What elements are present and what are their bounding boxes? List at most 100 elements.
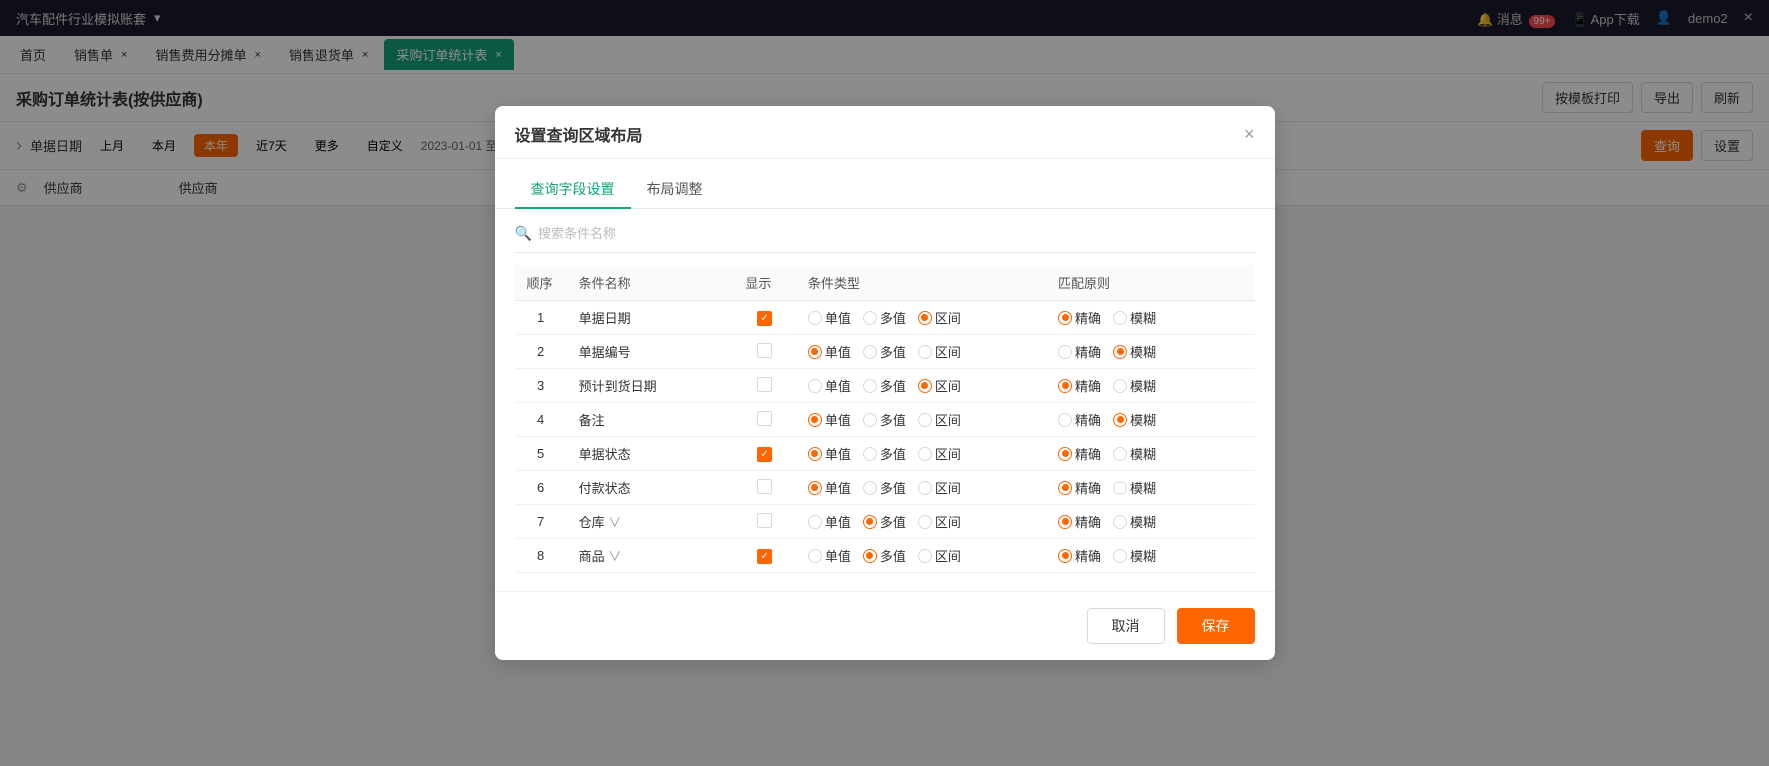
cell-display[interactable]: [733, 539, 796, 573]
type-radio-group: 单值多值区间: [808, 410, 1034, 429]
modal-tab-fields[interactable]: 查询字段设置: [515, 171, 631, 209]
cell-display[interactable]: [733, 403, 796, 437]
type-multi-label: 多值: [880, 478, 906, 497]
cell-match: 精确模糊: [1046, 301, 1254, 335]
type-multi-radio[interactable]: 多值: [863, 342, 906, 361]
type-range-radio-circle: [918, 447, 932, 461]
search-input[interactable]: [538, 226, 738, 241]
cell-name: 仓库 ∨: [567, 505, 734, 539]
type-single-radio[interactable]: 单值: [808, 410, 851, 429]
type-multi-label: 多值: [880, 376, 906, 395]
match-exact-radio[interactable]: 精确: [1058, 478, 1101, 497]
type-range-radio[interactable]: 区间: [918, 546, 961, 565]
display-checkbox[interactable]: [757, 513, 772, 528]
type-range-radio[interactable]: 区间: [918, 410, 961, 429]
type-range-radio[interactable]: 区间: [918, 308, 961, 327]
display-checkbox[interactable]: [757, 447, 772, 462]
th-type: 条件类型: [796, 265, 1046, 301]
type-single-radio[interactable]: 单值: [808, 376, 851, 395]
type-single-radio[interactable]: 单值: [808, 342, 851, 361]
modal-body: 🔍 顺序 条件名称 显示 条件类型 匹配原则: [495, 209, 1275, 591]
match-radio-group: 精确模糊: [1058, 478, 1242, 497]
table-row: 5单据状态单值多值区间精确模糊: [515, 437, 1255, 471]
cell-display[interactable]: [733, 471, 796, 505]
display-checkbox[interactable]: [757, 549, 772, 564]
cancel-button[interactable]: 取消: [1087, 608, 1165, 644]
type-single-radio[interactable]: 单值: [808, 308, 851, 327]
display-checkbox[interactable]: [757, 311, 772, 326]
display-checkbox[interactable]: [757, 479, 772, 494]
type-range-radio[interactable]: 区间: [918, 342, 961, 361]
display-checkbox[interactable]: [757, 411, 772, 426]
match-fuzzy-radio[interactable]: 模糊: [1113, 444, 1156, 463]
type-multi-radio[interactable]: 多值: [863, 376, 906, 395]
type-multi-radio[interactable]: 多值: [863, 308, 906, 327]
display-checkbox[interactable]: [757, 343, 772, 358]
match-exact-radio[interactable]: 精确: [1058, 342, 1101, 361]
match-fuzzy-radio-circle: [1113, 345, 1127, 359]
type-range-radio[interactable]: 区间: [918, 444, 961, 463]
type-single-radio[interactable]: 单值: [808, 478, 851, 497]
match-fuzzy-radio-circle: [1113, 481, 1127, 495]
type-single-label: 单值: [825, 512, 851, 531]
match-fuzzy-radio[interactable]: 模糊: [1113, 376, 1156, 395]
type-range-radio[interactable]: 区间: [918, 376, 961, 395]
match-fuzzy-radio[interactable]: 模糊: [1113, 546, 1156, 565]
type-multi-radio[interactable]: 多值: [863, 546, 906, 565]
modal-header: 设置查询区域布局 ×: [495, 106, 1275, 159]
type-multi-radio[interactable]: 多值: [863, 478, 906, 497]
cell-display[interactable]: [733, 437, 796, 471]
type-range-radio[interactable]: 区间: [918, 512, 961, 531]
type-multi-radio[interactable]: 多值: [863, 512, 906, 531]
match-exact-radio-circle: [1058, 345, 1072, 359]
match-exact-radio-circle: [1058, 413, 1072, 427]
modal-tab-layout[interactable]: 布局调整: [631, 171, 719, 209]
match-fuzzy-radio[interactable]: 模糊: [1113, 410, 1156, 429]
condition-name: 仓库: [579, 515, 605, 530]
cell-match: 精确模糊: [1046, 369, 1254, 403]
match-exact-radio[interactable]: 精确: [1058, 444, 1101, 463]
match-exact-label: 精确: [1075, 444, 1101, 463]
cell-name: 商品 ∨: [567, 539, 734, 573]
type-range-radio[interactable]: 区间: [918, 478, 961, 497]
cell-match: 精确模糊: [1046, 437, 1254, 471]
cell-display[interactable]: [733, 301, 796, 335]
type-radio-group: 单值多值区间: [808, 308, 1034, 327]
type-multi-radio-circle: [863, 345, 877, 359]
type-single-radio[interactable]: 单值: [808, 546, 851, 565]
cell-order: 2: [515, 335, 567, 369]
cell-order: 8: [515, 539, 567, 573]
type-range-label: 区间: [935, 512, 961, 531]
cell-display[interactable]: [733, 573, 796, 576]
cell-name: 属性 ∨: [567, 573, 734, 576]
match-exact-label: 精确: [1075, 342, 1101, 361]
type-multi-radio[interactable]: 多值: [863, 444, 906, 463]
match-exact-radio[interactable]: 精确: [1058, 308, 1101, 327]
th-name: 条件名称: [567, 265, 734, 301]
match-exact-radio[interactable]: 精确: [1058, 512, 1101, 531]
match-exact-radio[interactable]: 精确: [1058, 546, 1101, 565]
type-multi-radio-circle: [863, 515, 877, 529]
type-multi-label: 多值: [880, 342, 906, 361]
type-single-radio[interactable]: 单值: [808, 444, 851, 463]
match-exact-radio[interactable]: 精确: [1058, 376, 1101, 395]
cell-match: 精确模糊: [1046, 403, 1254, 437]
match-fuzzy-radio-circle: [1113, 447, 1127, 461]
cell-display[interactable]: [733, 335, 796, 369]
type-multi-radio-circle: [863, 481, 877, 495]
modal-close-icon[interactable]: ×: [1244, 124, 1255, 145]
match-exact-radio[interactable]: 精确: [1058, 410, 1101, 429]
match-fuzzy-radio[interactable]: 模糊: [1113, 512, 1156, 531]
match-fuzzy-radio[interactable]: 模糊: [1113, 342, 1156, 361]
display-checkbox[interactable]: [757, 377, 772, 392]
match-fuzzy-label: 模糊: [1130, 546, 1156, 565]
save-button[interactable]: 保存: [1177, 608, 1255, 644]
cell-display[interactable]: [733, 505, 796, 539]
match-fuzzy-radio[interactable]: 模糊: [1113, 478, 1156, 497]
dropdown-arrow[interactable]: ∨: [608, 549, 621, 564]
cell-display[interactable]: [733, 369, 796, 403]
type-single-radio[interactable]: 单值: [808, 512, 851, 531]
type-multi-radio[interactable]: 多值: [863, 410, 906, 429]
dropdown-arrow[interactable]: ∨: [608, 515, 621, 530]
match-fuzzy-radio[interactable]: 模糊: [1113, 308, 1156, 327]
